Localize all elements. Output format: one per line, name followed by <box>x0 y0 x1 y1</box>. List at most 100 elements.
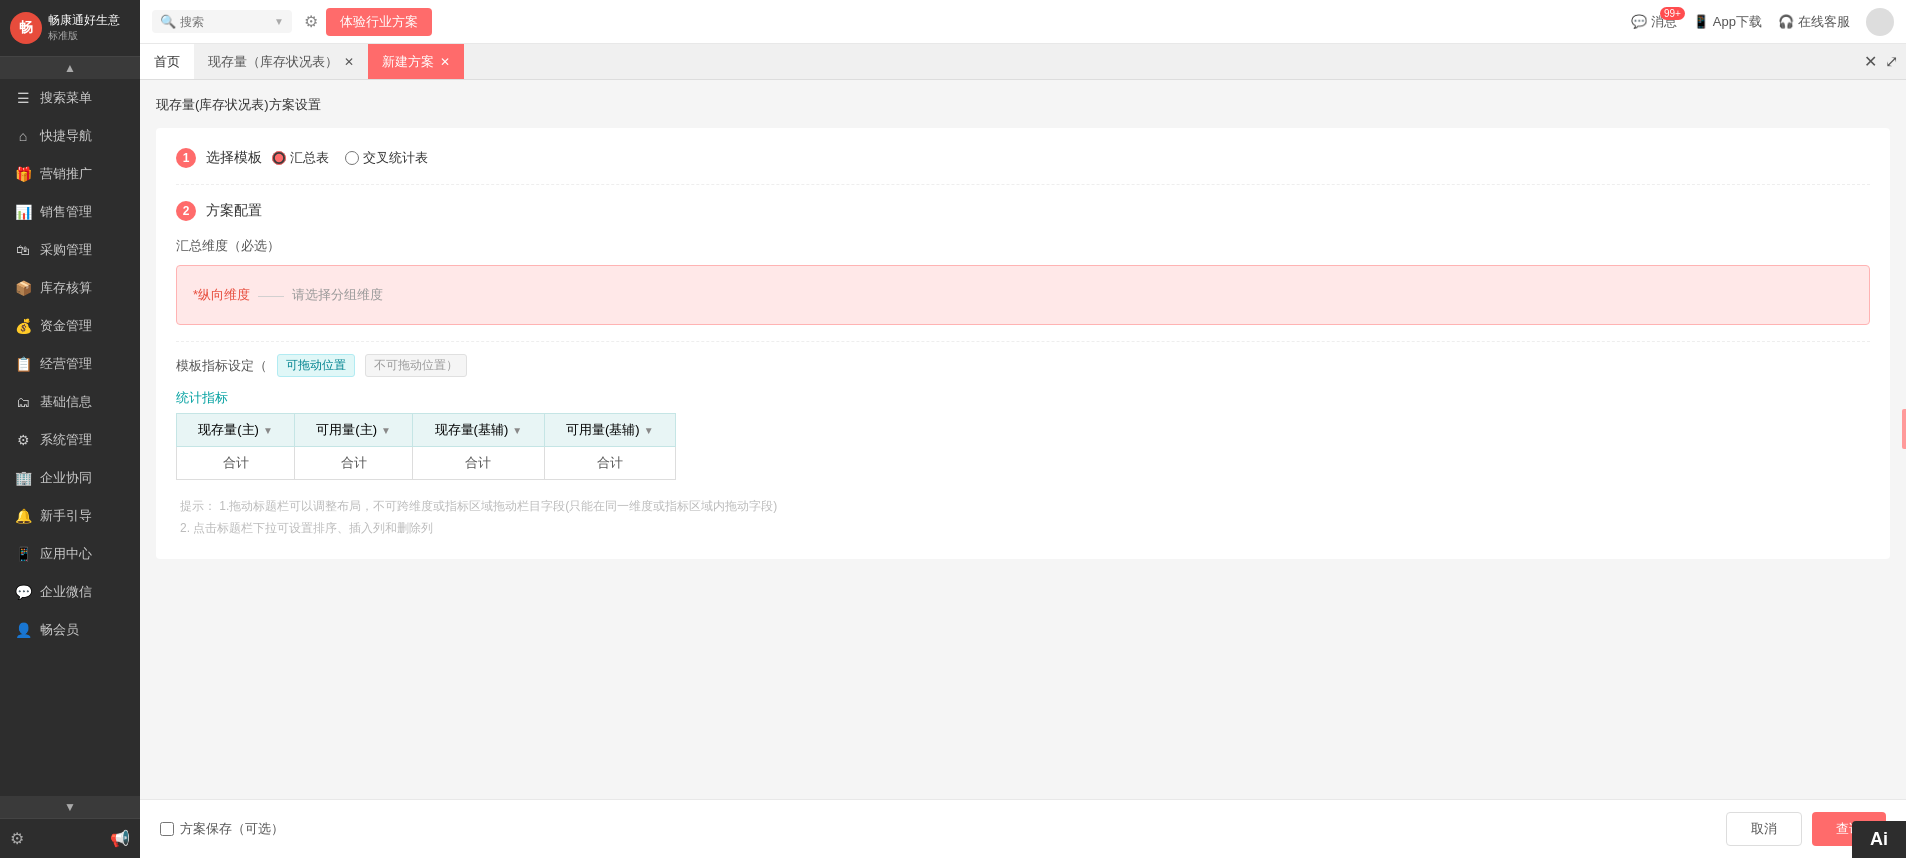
tab-home[interactable]: 首页 <box>140 44 194 79</box>
col-label-3: 可用量(基辅) <box>566 421 640 439</box>
money-icon: 💰 <box>14 317 32 335</box>
tab-actions: ✕ ⤢ <box>1864 52 1906 71</box>
sidebar-item-purchase[interactable]: 🛍 采购管理 <box>0 231 140 269</box>
sidebar-item-inventory[interactable]: 📦 库存核算 <box>0 269 140 307</box>
message-icon: 💬 <box>1631 14 1647 29</box>
tips-section: 提示： 1.拖动标题栏可以调整布局，不可跨维度或指标区域拖动栏目字段(只能在同一… <box>176 496 1870 539</box>
expand-icon[interactable]: ⤢ <box>1885 52 1898 71</box>
phone-icon: 📱 <box>14 545 32 563</box>
sidebar-item-marketing[interactable]: 🎁 营销推广 <box>0 155 140 193</box>
user-icon: 👤 <box>14 621 32 639</box>
radio-summary-input[interactable] <box>272 151 286 165</box>
cell-1: 合计 <box>295 447 413 480</box>
app-download-button[interactable]: 📱 App下载 <box>1693 13 1762 31</box>
ai-badge[interactable]: Ai <box>1852 821 1906 858</box>
settings-icon[interactable]: ⚙ <box>10 829 24 848</box>
search-icon: 🔍 <box>160 14 176 29</box>
col-label-2: 现存量(基辅) <box>435 421 509 439</box>
building-icon: 🏢 <box>14 469 32 487</box>
sidebar-item-newbie[interactable]: 🔔 新手引导 <box>0 497 140 535</box>
sidebar-item-label: 销售管理 <box>40 203 92 221</box>
radio-cross[interactable]: 交叉统计表 <box>345 149 428 167</box>
message-badge: 99+ <box>1660 7 1685 20</box>
radio-cross-input[interactable] <box>345 151 359 165</box>
step2-label: 方案配置 <box>206 202 262 220</box>
headset-icon: 🎧 <box>1778 14 1794 29</box>
app-logo: 畅 畅康通好生意 标准版 <box>0 0 140 57</box>
vertical-hint: 请选择分组维度 <box>292 286 383 304</box>
page-title: 现存量(库存状况表)方案设置 <box>156 96 1890 114</box>
sidebar-item-label: 搜索菜单 <box>40 89 92 107</box>
bell-icon: 🔔 <box>14 507 32 525</box>
sidebar-bottom: ⚙ 📢 <box>0 818 140 858</box>
save-checkbox[interactable] <box>160 822 174 836</box>
search-input[interactable] <box>180 15 270 29</box>
speaker-icon[interactable]: 📢 <box>110 829 130 848</box>
sidebar-item-search-menu[interactable]: ☰ 搜索菜单 <box>0 79 140 117</box>
step2-num: 2 <box>176 201 196 221</box>
template-setting-label: 模板指标设定（ <box>176 357 267 375</box>
sidebar-item-member[interactable]: 👤 畅会员 <box>0 611 140 649</box>
sidebar-item-label: 快捷导航 <box>40 127 92 145</box>
tip-1: 提示： 1.拖动标题栏可以调整布局，不可跨维度或指标区域拖动栏目字段(只能在同一… <box>180 496 1870 518</box>
step1-label: 选择模板 <box>206 149 262 167</box>
tab-inventory-close-icon[interactable]: ✕ <box>344 55 354 69</box>
sidebar-item-label: 资金管理 <box>40 317 92 335</box>
message-button[interactable]: 💬 消息 99+ <box>1631 13 1677 31</box>
sidebar-item-enterprise[interactable]: 🏢 企业协同 <box>0 459 140 497</box>
tab-new-plan[interactable]: 新建方案 ✕ <box>368 44 464 79</box>
chart-icon: 📊 <box>14 203 32 221</box>
home-icon: ⌂ <box>14 127 32 145</box>
chevron-down-icon: ▼ <box>644 425 654 436</box>
radio-summary[interactable]: 汇总表 <box>272 149 329 167</box>
sidebar-item-system[interactable]: ⚙ 系统管理 <box>0 421 140 459</box>
gear-icon: ⚙ <box>14 431 32 449</box>
col-label-1: 可用量(主) <box>316 421 377 439</box>
app-edition: 标准版 <box>48 29 120 43</box>
online-service-button[interactable]: 🎧 在线客服 <box>1778 13 1850 31</box>
topbar-right: 💬 消息 99+ 📱 App下载 🎧 在线客服 <box>1631 8 1894 36</box>
step1-num: 1 <box>176 148 196 168</box>
template-radio-group: 汇总表 交叉统计表 <box>272 149 428 167</box>
table-row: 合计 合计 合计 合计 <box>177 447 676 480</box>
sidebar-item-finance[interactable]: 💰 资金管理 <box>0 307 140 345</box>
sidebar-item-sales[interactable]: 📊 销售管理 <box>0 193 140 231</box>
sidebar-item-label: 经营管理 <box>40 355 92 373</box>
sidebar-item-operations[interactable]: 📋 经营管理 <box>0 345 140 383</box>
vertical-dim-box[interactable]: *纵向维度 —— 请选择分组维度 <box>176 265 1870 325</box>
sidebar-item-app-center[interactable]: 📱 应用中心 <box>0 535 140 573</box>
sidebar-item-wechat[interactable]: 💬 企业微信 <box>0 573 140 611</box>
main-area: 🔍 ▼ ⚙ 体验行业方案 💬 消息 99+ 📱 App下载 🎧 在线客服 <box>140 0 1906 858</box>
close-window-icon[interactable]: ✕ <box>1864 52 1877 71</box>
col-header-3[interactable]: 可用量(基辅) ▼ <box>544 414 675 447</box>
col-header-0[interactable]: 现存量(主) ▼ <box>177 414 295 447</box>
radio-cross-label: 交叉统计表 <box>363 149 428 167</box>
trial-button[interactable]: 体验行业方案 <box>326 8 432 36</box>
step1-row: 1 选择模板 汇总表 交叉统计表 <box>176 148 1870 168</box>
box-icon: 📦 <box>14 279 32 297</box>
dash: —— <box>258 288 284 303</box>
tab-inventory-status[interactable]: 现存量（库存状况表） ✕ <box>194 44 368 79</box>
non-draggable-badge: 不可拖动位置） <box>365 354 467 377</box>
col-header-1[interactable]: 可用量(主) ▼ <box>295 414 413 447</box>
col-header-2[interactable]: 现存量(基辅) ▼ <box>413 414 544 447</box>
summary-dim-label: 汇总维度（必选） <box>176 237 1870 255</box>
sidebar-item-basic-info[interactable]: 🗂 基础信息 <box>0 383 140 421</box>
gift-icon: 🎁 <box>14 165 32 183</box>
search-box[interactable]: 🔍 ▼ <box>152 10 292 33</box>
tab-home-label: 首页 <box>154 53 180 71</box>
user-avatar[interactable] <box>1866 8 1894 36</box>
sidebar-item-shortcut-nav[interactable]: ⌂ 快捷导航 <box>0 117 140 155</box>
sidebar-item-label: 基础信息 <box>40 393 92 411</box>
chevron-down-icon: ▼ <box>263 425 273 436</box>
cancel-button[interactable]: 取消 <box>1726 812 1802 846</box>
sidebar-scroll-up[interactable]: ▲ <box>0 57 140 79</box>
save-label: 方案保存（可选） <box>180 820 284 838</box>
phone-icon: 📱 <box>1693 14 1709 29</box>
chevron-down-icon: ▼ <box>381 425 391 436</box>
tab-new-plan-close-icon[interactable]: ✕ <box>440 55 450 69</box>
sidebar-item-label: 采购管理 <box>40 241 92 259</box>
sidebar-scroll-down[interactable]: ▼ <box>0 796 140 818</box>
settings-icon[interactable]: ⚙ <box>304 12 318 31</box>
service-label: 在线客服 <box>1798 13 1850 31</box>
